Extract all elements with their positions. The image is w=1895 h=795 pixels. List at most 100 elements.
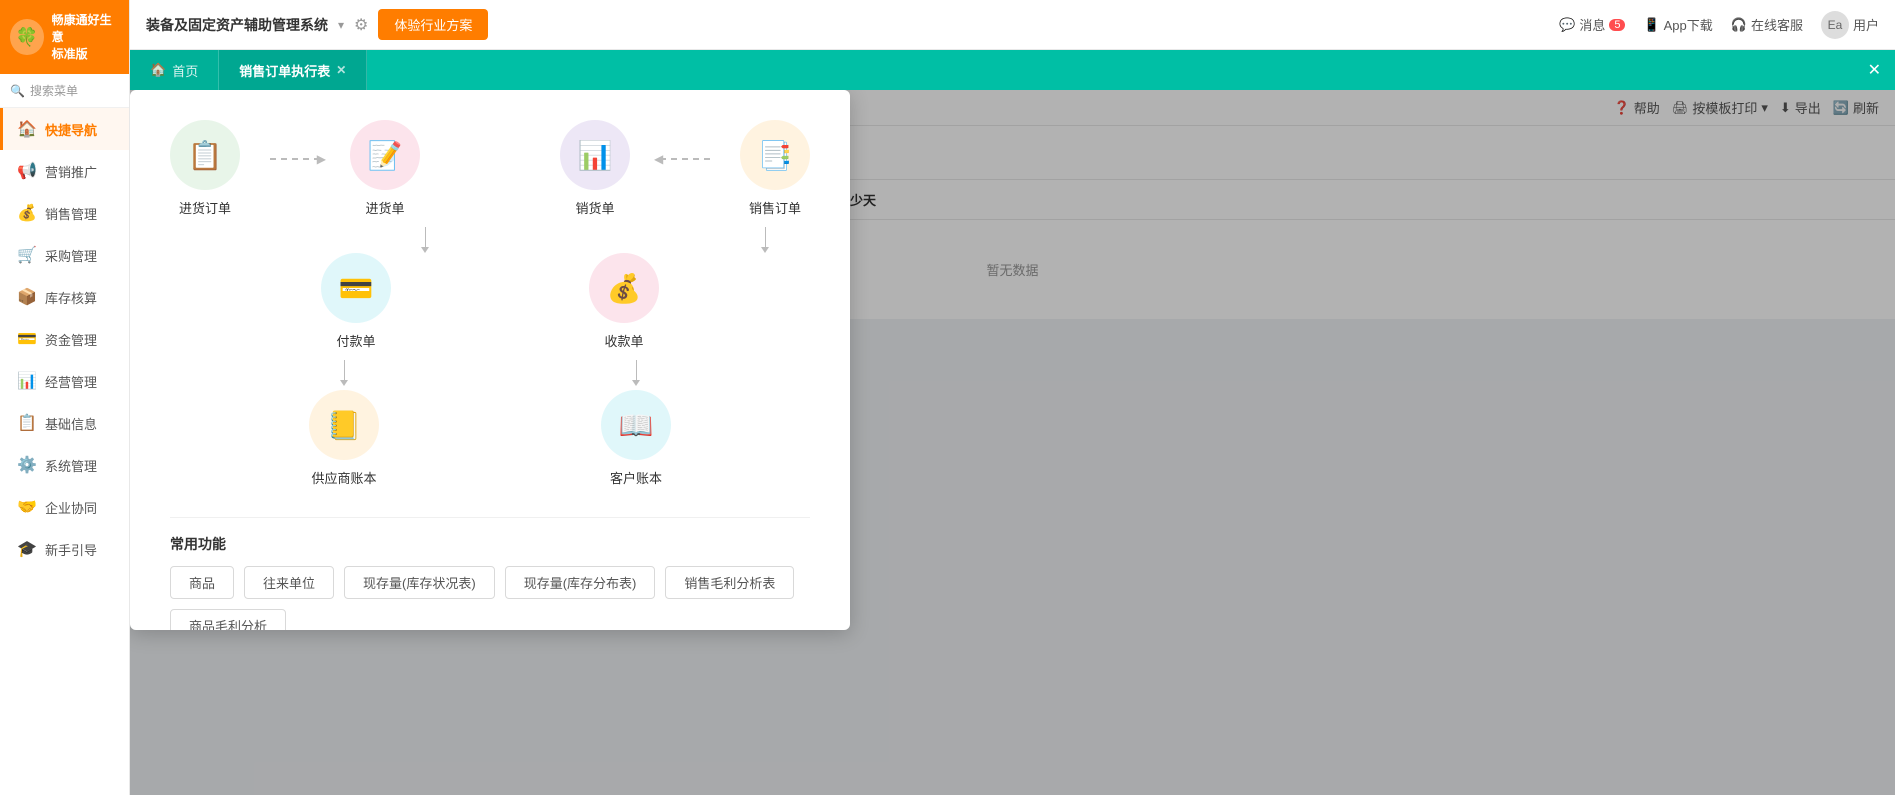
tab-home[interactable]: 🏠 首页 (130, 50, 219, 90)
top-header: 装备及固定资产辅助管理系统 ▾ ⚙ 体验行业方案 💬 消息 5 📱 App下载 … (130, 0, 1895, 50)
popup-overlay[interactable]: 📋 进货订单 ▶ 📝 (130, 90, 1895, 795)
sidebar-item-label: 快捷导航 (45, 120, 97, 139)
dropdown-arrow[interactable]: ▾ (338, 18, 344, 32)
purchase-bill-label: 进货单 (365, 198, 404, 217)
common-functions-section: 常用功能 商品 往来单位 现存量(库存状况表) 现存量(库存分布表) 销售毛利分… (170, 517, 810, 630)
sales-order-circle: 📑 (740, 120, 810, 190)
operations-icon: 📊 (17, 371, 37, 391)
arrow-sales-order-to-bill: ◀ (660, 158, 710, 160)
sidebar-item-system[interactable]: ⚙️ 系统管理 (0, 444, 129, 486)
common-btn-inventory-status[interactable]: 现存量(库存状况表) (344, 566, 495, 599)
sidebar-item-label: 企业协同 (45, 498, 97, 517)
common-btn-counterparty[interactable]: 往来单位 (244, 566, 334, 599)
flow-node-purchase-order[interactable]: 📋 进货订单 (170, 120, 240, 217)
sidebar-logo: 🍀 畅康通好生意 标准版 (0, 0, 129, 74)
marketing-icon: 📢 (17, 161, 37, 181)
sidebar-search[interactable]: 🔍 搜索菜单 (0, 74, 129, 108)
purchase-icon: 🛒 (17, 245, 37, 265)
avatar: Ea (1821, 11, 1849, 39)
sidebar-item-label: 经营管理 (45, 372, 97, 391)
tab-sales-order[interactable]: 销售订单执行表 ✕ (219, 50, 367, 90)
flow-top-row: 📋 进货订单 ▶ 📝 (170, 120, 810, 217)
purchase-bill-icon: 📝 (368, 139, 403, 172)
sidebar-item-marketing[interactable]: 📢 营销推广 (0, 150, 129, 192)
common-btn-sales-margin[interactable]: 销售毛利分析表 (665, 566, 794, 599)
sidebar-item-basic-info[interactable]: 📋 基础信息 (0, 402, 129, 444)
message-icon: 💬 (1559, 17, 1575, 33)
sidebar-item-inventory[interactable]: 📦 库存核算 (0, 276, 129, 318)
purchase-order-icon: 📋 (188, 139, 223, 172)
online-service-label: 在线客服 (1751, 15, 1803, 34)
flow-popup: 📋 进货订单 ▶ 📝 (130, 90, 850, 630)
logo-icon: 🍀 (10, 19, 44, 55)
header-left: 装备及固定资产辅助管理系统 ▾ ⚙ 体验行业方案 (146, 9, 488, 40)
enterprise-icon: 🤝 (17, 497, 37, 517)
common-btn-inventory-dist[interactable]: 现存量(库存分布表) (505, 566, 656, 599)
spacer-left (180, 227, 250, 253)
v-arrows-row2 (170, 360, 810, 386)
payment-circle: 💳 (321, 253, 391, 323)
headset-icon: 🎧 (1731, 17, 1747, 33)
sales-bill-circle: 📊 (560, 120, 630, 190)
common-btn-product[interactable]: 商品 (170, 566, 234, 599)
flow-node-supplier-ledger[interactable]: 📒 供应商账本 (309, 390, 379, 487)
sidebar-item-label: 新手引导 (45, 540, 97, 559)
sidebar-item-label: 营销推广 (45, 162, 97, 181)
customer-ledger-icon: 📖 (619, 409, 654, 442)
purchase-order-circle: 📋 (170, 120, 240, 190)
payment-label: 付款单 (336, 331, 375, 350)
supplier-ledger-circle: 📒 (309, 390, 379, 460)
sidebar-item-enterprise[interactable]: 🤝 企业协同 (0, 486, 129, 528)
spacer-l2 (193, 360, 263, 386)
tab-bar-close-button[interactable]: ✕ (1854, 60, 1895, 80)
app-download-label: App下载 (1664, 15, 1713, 34)
receipt-icon: 💰 (607, 272, 642, 305)
header-right: 💬 消息 5 📱 App下载 🎧 在线客服 Ea 用户 (1559, 11, 1879, 39)
settings-gear-icon[interactable]: ⚙ (354, 15, 368, 35)
flow-node-sales-bill[interactable]: 📊 销货单 (560, 120, 630, 217)
sidebar-item-newbie[interactable]: 🎓 新手引导 (0, 528, 129, 570)
search-icon: 🔍 (10, 84, 25, 98)
system-icon: ⚙️ (17, 455, 37, 475)
logo-text: 畅康通好生意 标准版 (52, 12, 119, 62)
sidebar-item-operations[interactable]: 📊 经营管理 (0, 360, 129, 402)
flow-node-sales-order[interactable]: 📑 销售订单 (740, 120, 810, 217)
v-arrow-payment (309, 360, 379, 386)
system-title: 装备及固定资产辅助管理系统 (146, 15, 328, 35)
sidebar-item-label: 基础信息 (45, 414, 97, 433)
sidebar-item-purchase[interactable]: 🛒 采购管理 (0, 234, 129, 276)
flow-node-receipt[interactable]: 💰 收款单 (589, 253, 659, 350)
sidebar-item-quick-nav[interactable]: 🏠 快捷导航 (0, 108, 129, 150)
sales-order-icon: 📑 (758, 139, 793, 172)
flow-middle-row: 💳 付款单 💰 收款单 (170, 253, 810, 350)
receipt-label: 收款单 (604, 331, 643, 350)
user-action[interactable]: Ea 用户 (1821, 11, 1879, 39)
message-action[interactable]: 💬 消息 5 (1559, 15, 1625, 34)
tab-bar: 🏠 首页 销售订单执行表 ✕ ✕ (130, 50, 1895, 90)
sidebar-item-capital[interactable]: 💳 资金管理 (0, 318, 129, 360)
v-arrow-purchase (390, 227, 460, 253)
purchase-order-label: 进货订单 (179, 198, 231, 217)
tab-sales-order-label: 销售订单执行表 (239, 61, 330, 80)
flow-node-payment[interactable]: 💳 付款单 (321, 253, 391, 350)
sidebar-item-label: 库存核算 (45, 288, 97, 307)
logo-line1: 畅康通好生意 (52, 12, 119, 46)
flow-node-purchase-bill[interactable]: 📝 进货单 (350, 120, 420, 217)
purchase-bill-circle: 📝 (350, 120, 420, 190)
try-plan-button[interactable]: 体验行业方案 (378, 9, 488, 40)
sidebar-item-sales[interactable]: 💰 销售管理 (0, 192, 129, 234)
supplier-ledger-icon: 📒 (327, 409, 362, 442)
newbie-icon: 🎓 (17, 539, 37, 559)
arrow-purchase-order-to-bill: ▶ (270, 158, 320, 160)
home-icon: 🏠 (150, 62, 166, 78)
tab-close-icon[interactable]: ✕ (336, 63, 346, 77)
flow-bottom-row: 📒 供应商账本 📖 客户账本 (170, 390, 810, 487)
common-functions-title: 常用功能 (170, 534, 810, 554)
receipt-circle: 💰 (589, 253, 659, 323)
user-label: 用户 (1853, 15, 1879, 34)
message-label: 消息 (1579, 15, 1605, 34)
common-btn-product-margin[interactable]: 商品毛利分析 (170, 609, 286, 630)
flow-node-customer-ledger[interactable]: 📖 客户账本 (601, 390, 671, 487)
app-download-action[interactable]: 📱 App下载 (1643, 15, 1712, 34)
online-service-action[interactable]: 🎧 在线客服 (1731, 15, 1803, 34)
